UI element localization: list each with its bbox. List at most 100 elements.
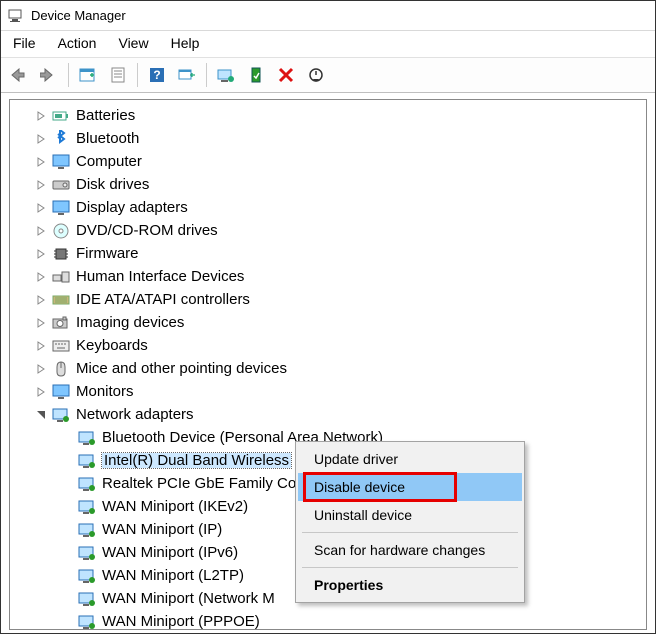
- chevron-right-icon[interactable]: [34, 109, 48, 123]
- tree-item-label: Display adapters: [76, 200, 188, 216]
- tree-item[interactable]: Disk drives: [10, 173, 646, 196]
- tree-item[interactable]: Batteries: [10, 104, 646, 127]
- window-title: Device Manager: [31, 8, 126, 23]
- disable-device-button[interactable]: [302, 61, 330, 89]
- enable-device-button[interactable]: [242, 61, 270, 89]
- tree-item[interactable]: Monitors: [10, 380, 646, 403]
- ctx-disable-device[interactable]: Disable device: [298, 473, 522, 501]
- tree-item-label: Imaging devices: [76, 315, 184, 331]
- chevron-right-icon[interactable]: [34, 178, 48, 192]
- keyboard-icon: [52, 337, 70, 355]
- tree-item-label: Batteries: [76, 108, 135, 124]
- separator: [137, 63, 138, 87]
- tree-item-adapter[interactable]: WAN Miniport (PPPOE): [10, 610, 646, 630]
- tree-item[interactable]: DVD/CD-ROM drives: [10, 219, 646, 242]
- show-hide-console-button[interactable]: [74, 61, 102, 89]
- help-button[interactable]: ?: [143, 61, 171, 89]
- separator: [206, 63, 207, 87]
- tree-item[interactable]: Computer: [10, 150, 646, 173]
- menu-help[interactable]: Help: [171, 35, 200, 51]
- chevron-down-icon[interactable]: [34, 408, 48, 422]
- tree-item[interactable]: Imaging devices: [10, 311, 646, 334]
- tree-item[interactable]: Human Interface Devices: [10, 265, 646, 288]
- bluetooth-icon: [52, 130, 70, 148]
- tree-item[interactable]: Display adapters: [10, 196, 646, 219]
- tree-item-network[interactable]: Network adapters: [10, 403, 646, 426]
- menu-file[interactable]: File: [13, 35, 36, 51]
- tree-item-label: WAN Miniport (Network M: [102, 591, 275, 607]
- ide-icon: [52, 291, 70, 309]
- tree-item[interactable]: IDE ATA/ATAPI controllers: [10, 288, 646, 311]
- tree-item[interactable]: Bluetooth: [10, 127, 646, 150]
- uninstall-device-button[interactable]: [272, 61, 300, 89]
- net-icon: [78, 429, 96, 447]
- chevron-right-icon[interactable]: [34, 385, 48, 399]
- forward-button[interactable]: [35, 61, 63, 89]
- tree-item[interactable]: Mice and other pointing devices: [10, 357, 646, 380]
- chevron-right-icon[interactable]: [34, 316, 48, 330]
- context-menu: Update driver Disable device Uninstall d…: [295, 441, 525, 603]
- disk-icon: [52, 176, 70, 194]
- scan-hardware-button[interactable]: [173, 61, 201, 89]
- tree-item-label: Monitors: [76, 384, 134, 400]
- chevron-right-icon[interactable]: [34, 155, 48, 169]
- monitor-icon: [52, 383, 70, 401]
- cd-icon: [52, 222, 70, 240]
- ctx-uninstall-device[interactable]: Uninstall device: [298, 501, 522, 529]
- separator: [302, 532, 518, 533]
- menu-bar: File Action View Help: [1, 31, 655, 58]
- tree-item[interactable]: Firmware: [10, 242, 646, 265]
- tree-item-label: Network adapters: [76, 407, 194, 423]
- monitor-icon: [52, 153, 70, 171]
- update-driver-button[interactable]: [212, 61, 240, 89]
- mouse-icon: [52, 360, 70, 378]
- ctx-update-driver[interactable]: Update driver: [298, 445, 522, 473]
- properties-button[interactable]: [104, 61, 132, 89]
- tree-item-label: Intel(R) Dual Band Wireless: [102, 453, 291, 469]
- ctx-scan-hardware[interactable]: Scan for hardware changes: [298, 536, 522, 564]
- svg-text:?: ?: [153, 68, 160, 82]
- tree-item-label: DVD/CD-ROM drives: [76, 223, 218, 239]
- ctx-properties[interactable]: Properties: [298, 571, 522, 599]
- tree-item-label: WAN Miniport (IPv6): [102, 545, 238, 561]
- net-icon: [78, 544, 96, 562]
- menu-action[interactable]: Action: [58, 35, 97, 51]
- battery-icon: [52, 107, 70, 125]
- chevron-right-icon[interactable]: [34, 362, 48, 376]
- net-icon: [78, 521, 96, 539]
- title-bar: Device Manager: [1, 1, 655, 31]
- tree-item-label: IDE ATA/ATAPI controllers: [76, 292, 250, 308]
- chevron-right-icon[interactable]: [34, 201, 48, 215]
- chevron-right-icon[interactable]: [34, 224, 48, 238]
- chevron-right-icon[interactable]: [34, 270, 48, 284]
- tree-item-label: Keyboards: [76, 338, 148, 354]
- tree-item-label: Computer: [76, 154, 142, 170]
- hid-icon: [52, 268, 70, 286]
- chevron-right-icon[interactable]: [34, 247, 48, 261]
- tree-item[interactable]: Keyboards: [10, 334, 646, 357]
- chip-icon: [52, 245, 70, 263]
- tree-item-label: Bluetooth: [76, 131, 139, 147]
- menu-view[interactable]: View: [118, 35, 148, 51]
- net-icon: [78, 475, 96, 493]
- net-icon: [78, 498, 96, 516]
- tree-item-label: Realtek PCIe GbE Family Co: [102, 476, 296, 492]
- separator: [302, 567, 518, 568]
- tree-item-label: Mice and other pointing devices: [76, 361, 287, 377]
- tree-item-label: Disk drives: [76, 177, 149, 193]
- net-icon: [78, 613, 96, 631]
- tree-item-label: WAN Miniport (IP): [102, 522, 222, 538]
- net-icon: [78, 567, 96, 585]
- chevron-right-icon[interactable]: [34, 132, 48, 146]
- monitor-icon: [52, 199, 70, 217]
- back-button[interactable]: [5, 61, 33, 89]
- chevron-right-icon[interactable]: [34, 339, 48, 353]
- tree-item-label: Human Interface Devices: [76, 269, 244, 285]
- net-icon: [78, 452, 96, 470]
- tree-item-label: WAN Miniport (PPPOE): [102, 614, 260, 630]
- chevron-right-icon[interactable]: [34, 293, 48, 307]
- separator: [68, 63, 69, 87]
- tree-item-label: Firmware: [76, 246, 139, 262]
- net-icon: [78, 590, 96, 608]
- devmgr-icon: [7, 8, 23, 24]
